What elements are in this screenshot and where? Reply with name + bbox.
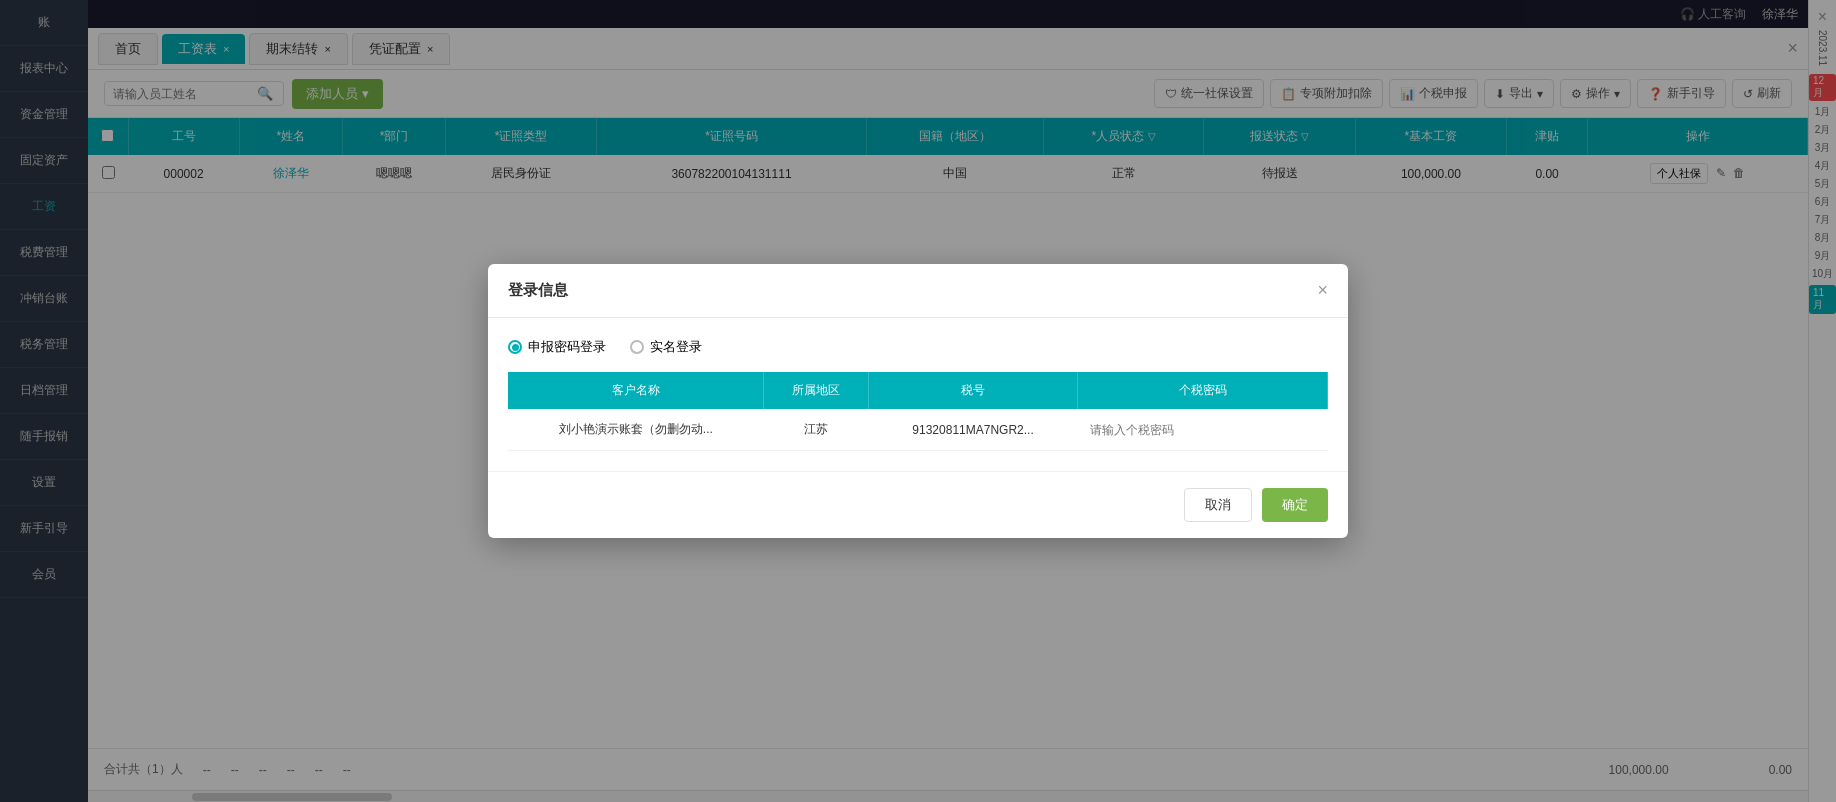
radio-realname-login[interactable]: 实名登录 (630, 338, 702, 356)
dialog-col-tax-no: 税号 (869, 372, 1078, 409)
login-type-radio-group: 申报密码登录 实名登录 (508, 338, 1328, 356)
cancel-button[interactable]: 取消 (1184, 488, 1252, 522)
radio-password-circle (508, 340, 522, 354)
dialog-table-row: 刘小艳演示账套（勿删勿动... 江苏 91320811MA7NGR2... (508, 409, 1328, 451)
dialog-client-name: 刘小艳演示账套（勿删勿动... (508, 409, 764, 451)
dialog-footer: 取消 确定 (488, 471, 1348, 538)
dialog-region: 江苏 (764, 409, 869, 451)
dialog-overlay: 登录信息 × 申报密码登录 实名登录 客户名称 所属地区 (0, 0, 1836, 802)
dialog-header: 登录信息 × (488, 264, 1348, 318)
dialog-col-password: 个税密码 (1078, 372, 1328, 409)
dialog-close-button[interactable]: × (1317, 280, 1328, 301)
radio-password-login[interactable]: 申报密码登录 (508, 338, 606, 356)
confirm-button[interactable]: 确定 (1262, 488, 1328, 522)
login-dialog: 登录信息 × 申报密码登录 实名登录 客户名称 所属地区 (488, 264, 1348, 538)
dialog-col-client: 客户名称 (508, 372, 764, 409)
dialog-col-region: 所属地区 (764, 372, 869, 409)
radio-realname-circle (630, 340, 644, 354)
dialog-client-table: 客户名称 所属地区 税号 个税密码 刘小艳演示账套（勿删勿动... 江苏 913… (508, 372, 1328, 451)
dialog-tax-no: 91320811MA7NGR2... (869, 409, 1078, 451)
dialog-body: 申报密码登录 实名登录 客户名称 所属地区 税号 个税密码 (488, 318, 1348, 471)
dialog-password-cell[interactable] (1078, 409, 1328, 451)
dialog-title: 登录信息 (508, 281, 568, 300)
individual-tax-password-input[interactable] (1090, 423, 1316, 437)
